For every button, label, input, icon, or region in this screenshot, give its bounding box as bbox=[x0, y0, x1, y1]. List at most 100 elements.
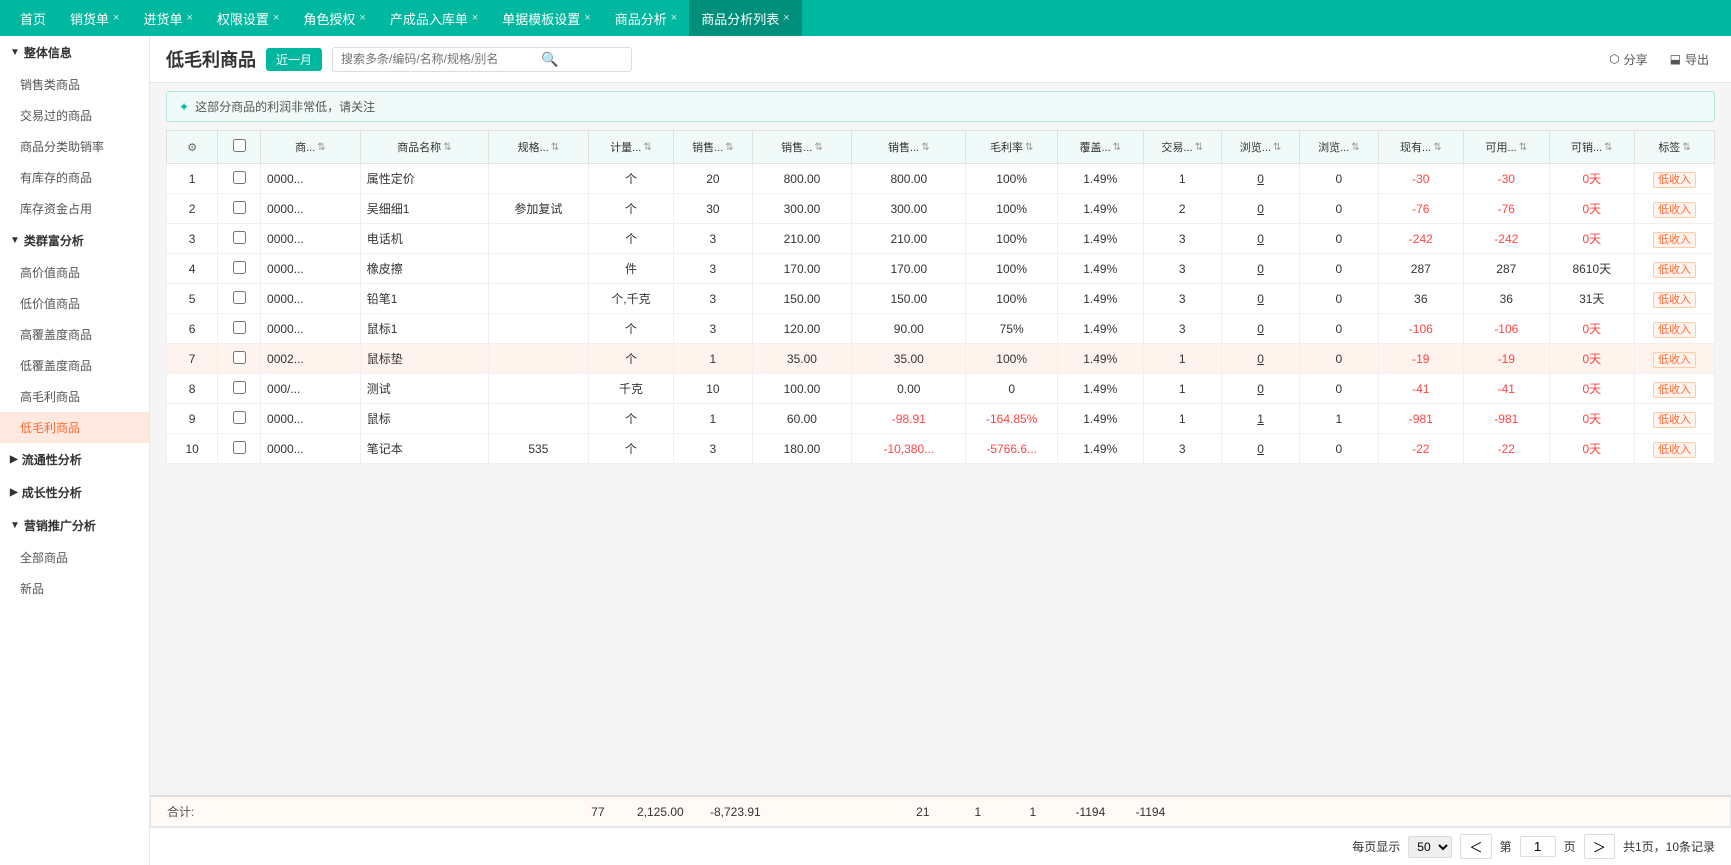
close-icon[interactable]: × bbox=[186, 12, 192, 24]
row-checkbox[interactable] bbox=[233, 261, 246, 274]
filter-period-button[interactable]: 近一月 bbox=[266, 48, 322, 71]
row-checkbox-cell[interactable] bbox=[218, 194, 261, 224]
row-checkbox-cell[interactable] bbox=[218, 224, 261, 254]
col-header-saleable[interactable]: 可销...⇅ bbox=[1549, 131, 1634, 164]
col-header-name[interactable]: 商品名称⇅ bbox=[360, 131, 488, 164]
browse1-link[interactable]: 0 bbox=[1257, 172, 1264, 186]
col-header-unit[interactable]: 计量...⇅ bbox=[588, 131, 673, 164]
row-checkbox[interactable] bbox=[233, 171, 246, 184]
col-header-tag[interactable]: 标签⇅ bbox=[1635, 131, 1715, 164]
col-header-gross[interactable]: 毛利率⇅ bbox=[966, 131, 1058, 164]
nav-item-sales[interactable]: 销货单 × bbox=[58, 0, 131, 36]
col-header-sale-price[interactable]: 销售...⇅ bbox=[752, 131, 852, 164]
row-browse1[interactable]: 0 bbox=[1221, 224, 1299, 254]
search-icon[interactable]: 🔍 bbox=[541, 51, 558, 68]
row-checkbox-cell[interactable] bbox=[218, 284, 261, 314]
col-header-spec[interactable]: 规格...⇅ bbox=[489, 131, 589, 164]
sidebar-item-new-goods[interactable]: 新品 bbox=[0, 573, 149, 604]
row-checkbox[interactable] bbox=[233, 231, 246, 244]
browse1-link[interactable]: 0 bbox=[1257, 262, 1264, 276]
next-page-button[interactable]: ＞ bbox=[1584, 834, 1615, 859]
sidebar-item-category-rate[interactable]: 商品分类助销率 bbox=[0, 131, 149, 162]
nav-item-goods-analysis[interactable]: 商品分析 × bbox=[603, 0, 689, 36]
nav-item-purchase[interactable]: 进货单 × bbox=[131, 0, 204, 36]
sidebar-group-growth[interactable]: ▶ 成长性分析 bbox=[0, 476, 149, 509]
close-icon[interactable]: × bbox=[584, 12, 590, 24]
settings-icon[interactable]: ⚙ bbox=[187, 142, 197, 154]
row-browse1[interactable]: 0 bbox=[1221, 194, 1299, 224]
export-button[interactable]: ⬓ 导出 bbox=[1664, 48, 1715, 71]
search-input[interactable] bbox=[341, 52, 541, 66]
row-checkbox-cell[interactable] bbox=[218, 374, 261, 404]
close-icon[interactable]: × bbox=[359, 12, 365, 24]
close-icon[interactable]: × bbox=[472, 12, 478, 24]
close-icon[interactable]: × bbox=[273, 12, 279, 24]
row-browse1[interactable]: 0 bbox=[1221, 374, 1299, 404]
sidebar-item-stock-capital[interactable]: 库存资金占用 bbox=[0, 193, 149, 224]
col-header-sale-amount[interactable]: 销售...⇅ bbox=[852, 131, 966, 164]
row-checkbox[interactable] bbox=[233, 411, 246, 424]
row-checkbox-cell[interactable] bbox=[218, 314, 261, 344]
sidebar-item-high-value[interactable]: 高价值商品 bbox=[0, 257, 149, 288]
row-checkbox-cell[interactable] bbox=[218, 344, 261, 374]
sidebar-group-liquidity[interactable]: ▶ 流通性分析 bbox=[0, 443, 149, 476]
select-all-checkbox[interactable] bbox=[233, 139, 246, 152]
sidebar-item-all-goods[interactable]: 全部商品 bbox=[0, 542, 149, 573]
close-icon[interactable]: × bbox=[671, 12, 677, 24]
col-header-current[interactable]: 现有...⇅ bbox=[1378, 131, 1463, 164]
row-checkbox[interactable] bbox=[233, 321, 246, 334]
row-checkbox[interactable] bbox=[233, 201, 246, 214]
row-checkbox-cell[interactable] bbox=[218, 434, 261, 464]
sidebar-item-low-value[interactable]: 低价值商品 bbox=[0, 288, 149, 319]
row-checkbox[interactable] bbox=[233, 381, 246, 394]
col-header-sale-qty[interactable]: 销售...⇅ bbox=[674, 131, 752, 164]
col-header-available[interactable]: 可用...⇅ bbox=[1464, 131, 1549, 164]
nav-item-permissions[interactable]: 权限设置 × bbox=[205, 0, 291, 36]
browse1-link[interactable]: 0 bbox=[1257, 322, 1264, 336]
browse1-link[interactable]: 0 bbox=[1257, 232, 1264, 246]
browse1-link[interactable]: 0 bbox=[1257, 442, 1264, 456]
browse1-link[interactable]: 0 bbox=[1257, 202, 1264, 216]
row-browse1[interactable]: 0 bbox=[1221, 314, 1299, 344]
row-browse1[interactable]: 0 bbox=[1221, 164, 1299, 194]
sidebar-item-in-stock[interactable]: 有库存的商品 bbox=[0, 162, 149, 193]
browse1-link[interactable]: 0 bbox=[1257, 352, 1264, 366]
browse1-link[interactable]: 1 bbox=[1257, 412, 1264, 426]
col-header-trade[interactable]: 交易...⇅ bbox=[1143, 131, 1221, 164]
nav-item-role-auth[interactable]: 角色授权 × bbox=[291, 0, 377, 36]
sidebar-item-low-margin[interactable]: 低毛利商品 bbox=[0, 412, 149, 443]
row-browse1[interactable]: 0 bbox=[1221, 254, 1299, 284]
row-browse1[interactable]: 0 bbox=[1221, 434, 1299, 464]
col-header-browse1[interactable]: 浏览...⇅ bbox=[1221, 131, 1299, 164]
row-browse1[interactable]: 0 bbox=[1221, 344, 1299, 374]
col-header-cover[interactable]: 覆盖...⇅ bbox=[1058, 131, 1143, 164]
col-header-browse2[interactable]: 浏览...⇅ bbox=[1300, 131, 1378, 164]
row-browse1[interactable]: 0 bbox=[1221, 284, 1299, 314]
row-browse1[interactable]: 1 bbox=[1221, 404, 1299, 434]
close-icon[interactable]: × bbox=[113, 12, 119, 24]
sidebar-item-high-coverage[interactable]: 高覆盖度商品 bbox=[0, 319, 149, 350]
sidebar-item-sales-goods[interactable]: 销售类商品 bbox=[0, 69, 149, 100]
sidebar-item-low-coverage[interactable]: 低覆盖度商品 bbox=[0, 350, 149, 381]
share-button[interactable]: ⬡ 分享 bbox=[1603, 48, 1654, 71]
row-checkbox[interactable] bbox=[233, 351, 246, 364]
sidebar-group-marketing[interactable]: ▼ 营销推广分析 bbox=[0, 509, 149, 542]
row-checkbox[interactable] bbox=[233, 441, 246, 454]
sidebar-group-overview[interactable]: ▼ 整体信息 bbox=[0, 36, 149, 69]
sidebar-group-cluster[interactable]: ▼ 类群富分析 bbox=[0, 224, 149, 257]
nav-item-template[interactable]: 单据模板设置 × bbox=[490, 0, 602, 36]
col-header-code[interactable]: 商...⇅ bbox=[261, 131, 361, 164]
sidebar-item-high-margin[interactable]: 高毛利商品 bbox=[0, 381, 149, 412]
browse1-link[interactable]: 0 bbox=[1257, 292, 1264, 306]
row-checkbox-cell[interactable] bbox=[218, 164, 261, 194]
prev-page-button[interactable]: ＜ bbox=[1460, 834, 1491, 859]
row-checkbox-cell[interactable] bbox=[218, 404, 261, 434]
page-input[interactable] bbox=[1520, 836, 1556, 857]
browse1-link[interactable]: 0 bbox=[1257, 382, 1264, 396]
nav-item-product-entry[interactable]: 产成品入库单 × bbox=[378, 0, 490, 36]
row-checkbox[interactable] bbox=[233, 291, 246, 304]
row-checkbox-cell[interactable] bbox=[218, 254, 261, 284]
sidebar-item-traded-goods[interactable]: 交易过的商品 bbox=[0, 100, 149, 131]
close-icon[interactable]: × bbox=[783, 12, 789, 24]
nav-item-home[interactable]: 首页 bbox=[8, 0, 58, 36]
